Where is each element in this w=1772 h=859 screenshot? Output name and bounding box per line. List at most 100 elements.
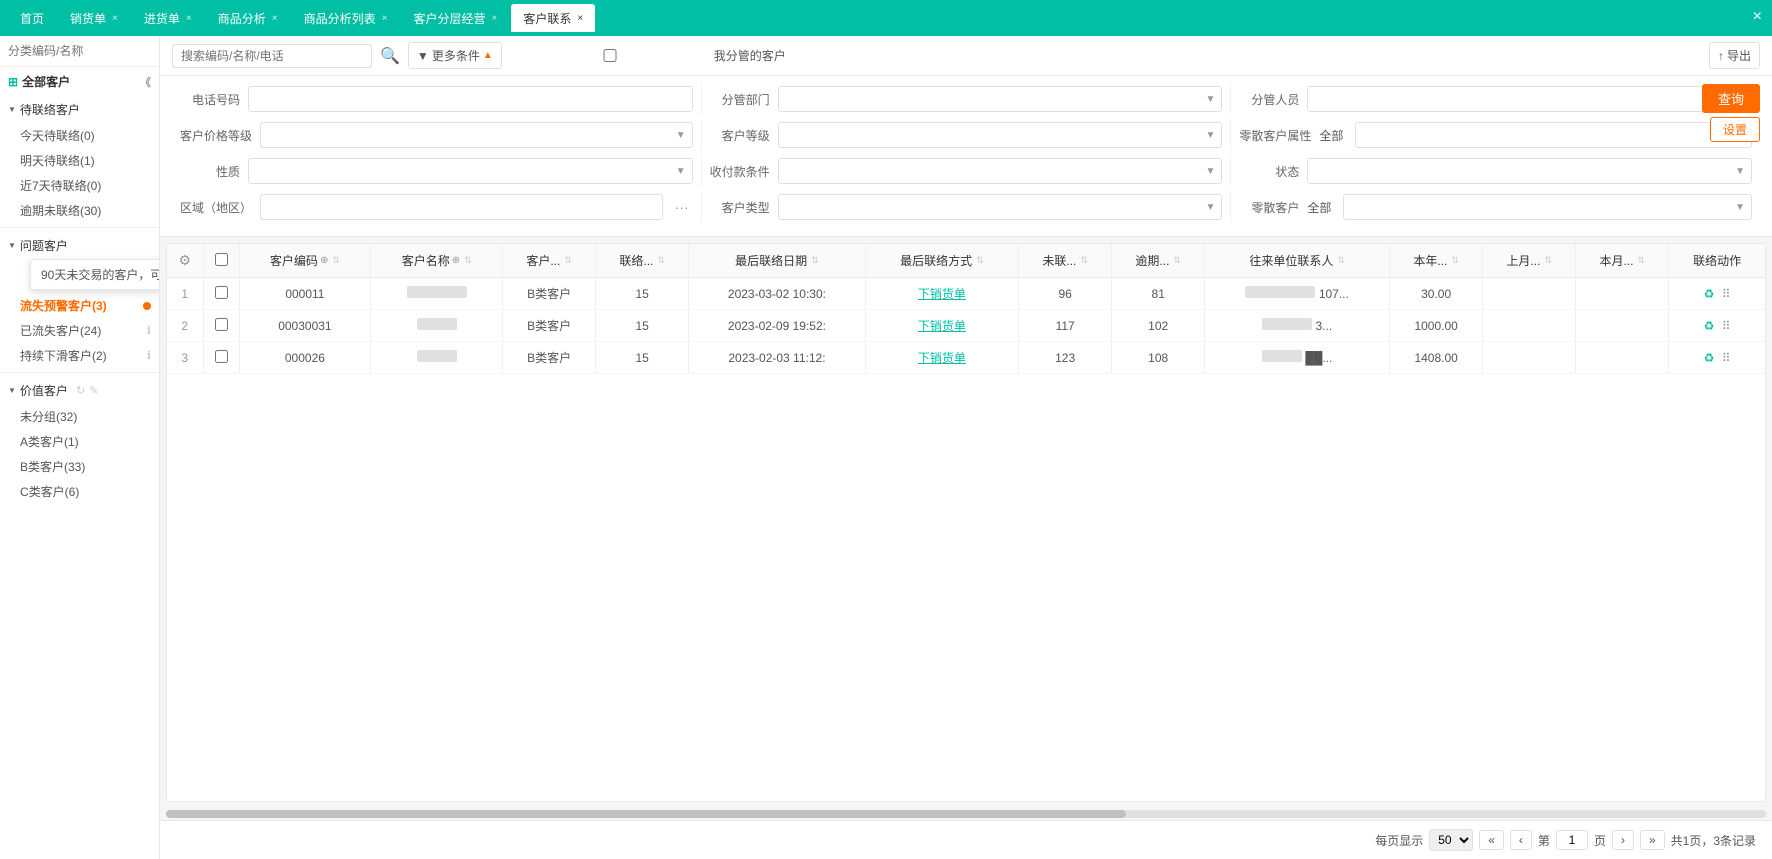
td-actions-2[interactable]: ♻ ⠿	[1669, 310, 1765, 342]
tab-product-list[interactable]: 商品分析列表 ×	[292, 4, 400, 32]
refresh-icon[interactable]: ↻	[76, 384, 85, 397]
filter-dept-select[interactable]: ▼	[778, 86, 1223, 112]
filter-type-select[interactable]: ▼	[778, 194, 1223, 220]
select-all-checkbox[interactable]	[215, 253, 228, 266]
sidebar-collapse-icon[interactable]: 《	[140, 74, 151, 90]
tab-product-analysis[interactable]: 商品分析 ×	[206, 4, 290, 32]
horizontal-scrollbar[interactable]	[166, 808, 1766, 820]
action-menu-1[interactable]: ⠿	[1722, 287, 1731, 301]
sidebar-item-overdue[interactable]: 逾期未联络(30)	[0, 198, 159, 223]
first-page-button[interactable]: «	[1479, 830, 1504, 850]
row-checkbox-2[interactable]	[215, 318, 228, 331]
scrollbar-thumb[interactable]	[166, 810, 1126, 818]
sidebar-search-input[interactable]	[8, 44, 160, 58]
th-customer-type[interactable]: 客户... ⇅	[503, 244, 596, 278]
window-close-button[interactable]: ×	[1753, 8, 1762, 26]
filter-retail-select[interactable]: ▼	[1343, 194, 1752, 220]
tab-customer-tier-close[interactable]: ×	[491, 13, 497, 24]
sidebar-item-today[interactable]: 今天待联络(0)	[0, 123, 159, 148]
sidebar-item-declining[interactable]: 持续下滑客户(2) ℹ	[0, 343, 159, 368]
tab-purchase[interactable]: 进货单 ×	[132, 4, 204, 32]
settings-icon[interactable]: ⚙	[178, 252, 191, 268]
td-actions-3[interactable]: ♻ ⠿	[1669, 342, 1765, 374]
tab-home[interactable]: 首页	[8, 4, 56, 32]
filter-region-input[interactable]	[260, 194, 663, 220]
search-input[interactable]	[172, 44, 372, 68]
sidebar-item-churned[interactable]: 已流失客户(24) ℹ	[0, 318, 159, 343]
th-not-linked[interactable]: 未联... ⇅	[1019, 244, 1112, 278]
sort-icon-8[interactable]: ⇅	[1173, 255, 1181, 266]
action-refresh-3[interactable]: ♻	[1704, 351, 1715, 365]
th-overdue[interactable]: 逾期... ⇅	[1112, 244, 1205, 278]
tab-product-analysis-close[interactable]: ×	[272, 13, 278, 24]
sidebar-item-ungroup[interactable]: 未分组(32)	[0, 404, 159, 429]
td-method-3[interactable]: 下销货单	[865, 342, 1018, 374]
sort-icon-11[interactable]: ⇅	[1544, 255, 1552, 266]
th-this-month[interactable]: 本月... ⇅	[1576, 244, 1669, 278]
th-name[interactable]: 客户名称 ⊕ ⇅	[371, 244, 503, 278]
next-page-button[interactable]: ›	[1612, 830, 1634, 850]
filter-grade-select[interactable]: ▼	[778, 122, 1223, 148]
sidebar-item-a-class[interactable]: A类客户(1)	[0, 429, 159, 454]
setting-button[interactable]: 设置	[1710, 117, 1760, 142]
last-page-button[interactable]: »	[1640, 830, 1665, 850]
filter-region-dots[interactable]: ···	[671, 199, 693, 215]
td-check-1[interactable]	[203, 278, 239, 310]
row-checkbox-3[interactable]	[215, 350, 228, 363]
declining-info-icon[interactable]: ℹ	[147, 349, 151, 362]
sidebar-item-7days[interactable]: 近7天待联络(0)	[0, 173, 159, 198]
td-actions-1[interactable]: ♻ ⠿	[1669, 278, 1765, 310]
sort-icon-4[interactable]: ⇅	[657, 255, 665, 266]
tab-customer-tier[interactable]: 客户分层经营 ×	[401, 4, 509, 32]
per-page-select[interactable]: 50	[1429, 829, 1473, 851]
tab-customer-contact-close[interactable]: ×	[577, 13, 583, 24]
th-last-method[interactable]: 最后联络方式 ⇅	[865, 244, 1018, 278]
tab-customer-contact[interactable]: 客户联系 ×	[511, 4, 595, 32]
sort-icon-3[interactable]: ⇅	[564, 255, 572, 266]
tab-product-list-close[interactable]: ×	[382, 13, 388, 24]
filter-nature-select[interactable]: ▼	[248, 158, 693, 184]
page-input[interactable]: 1	[1556, 830, 1588, 850]
filter-price-grade-select[interactable]: ▼	[260, 122, 693, 148]
row-checkbox-1[interactable]	[215, 286, 228, 299]
my-customer-checkbox-label[interactable]: 我分管的客户	[510, 47, 786, 64]
th-code[interactable]: 客户编码 ⊕ ⇅	[239, 244, 371, 278]
sort-icon-9[interactable]: ⇅	[1337, 255, 1345, 266]
td-check-3[interactable]	[203, 342, 239, 374]
filter-phone-input[interactable]	[248, 86, 693, 112]
th-last-date[interactable]: 最后联络日期 ⇅	[689, 244, 866, 278]
sort-icon-7[interactable]: ⇅	[1080, 255, 1088, 266]
action-menu-3[interactable]: ⠿	[1722, 351, 1731, 365]
filter-payment-select[interactable]: ▼	[778, 158, 1223, 184]
tab-sales[interactable]: 销货单 ×	[58, 4, 130, 32]
td-method-2[interactable]: 下销货单	[865, 310, 1018, 342]
sidebar-group-pending-title[interactable]: ▼ 待联络客户	[0, 96, 159, 123]
prev-page-button[interactable]: ‹	[1510, 830, 1532, 850]
action-menu-2[interactable]: ⠿	[1722, 319, 1731, 333]
sidebar-group-value-title[interactable]: ▼ 价值客户 ↻ ✎	[0, 377, 159, 404]
sidebar-group-problem-title[interactable]: ▼ 问题客户	[0, 232, 159, 259]
sort-icon-5[interactable]: ⇅	[811, 255, 819, 266]
th-contact-person[interactable]: 往来单位联系人 ⇅	[1205, 244, 1390, 278]
sidebar-root-header[interactable]: ⊞ 全部客户 《	[0, 67, 159, 96]
sort-icon-2[interactable]: ⇅	[464, 255, 472, 266]
th-contact[interactable]: 联络... ⇅	[596, 244, 689, 278]
th-this-year[interactable]: 本年... ⇅	[1390, 244, 1483, 278]
filter-status-select[interactable]: ▼	[1307, 158, 1752, 184]
sort-icon-10[interactable]: ⇅	[1451, 255, 1459, 266]
sidebar-item-b-class[interactable]: B类客户(33)	[0, 454, 159, 479]
action-refresh-1[interactable]: ♻	[1704, 287, 1715, 301]
export-button[interactable]: ↑ 导出	[1709, 42, 1760, 69]
td-method-1[interactable]: 下销货单	[865, 278, 1018, 310]
filter-retail-attr-select[interactable]: ▼	[1355, 122, 1752, 148]
filter-manager-select[interactable]	[1307, 86, 1722, 112]
sort-icon-12[interactable]: ⇅	[1637, 255, 1645, 266]
sort-icon[interactable]: ⇅	[332, 255, 340, 266]
filter-button[interactable]: ▼ 更多条件 ▲	[408, 42, 502, 69]
edit-icon[interactable]: ✎	[89, 384, 98, 397]
sidebar-item-churn-warning[interactable]: 流失预警客户(3)	[0, 293, 159, 318]
tab-purchase-close[interactable]: ×	[186, 13, 192, 24]
th-last-month[interactable]: 上月... ⇅	[1483, 244, 1576, 278]
my-customer-checkbox[interactable]	[510, 49, 710, 62]
td-check-2[interactable]	[203, 310, 239, 342]
